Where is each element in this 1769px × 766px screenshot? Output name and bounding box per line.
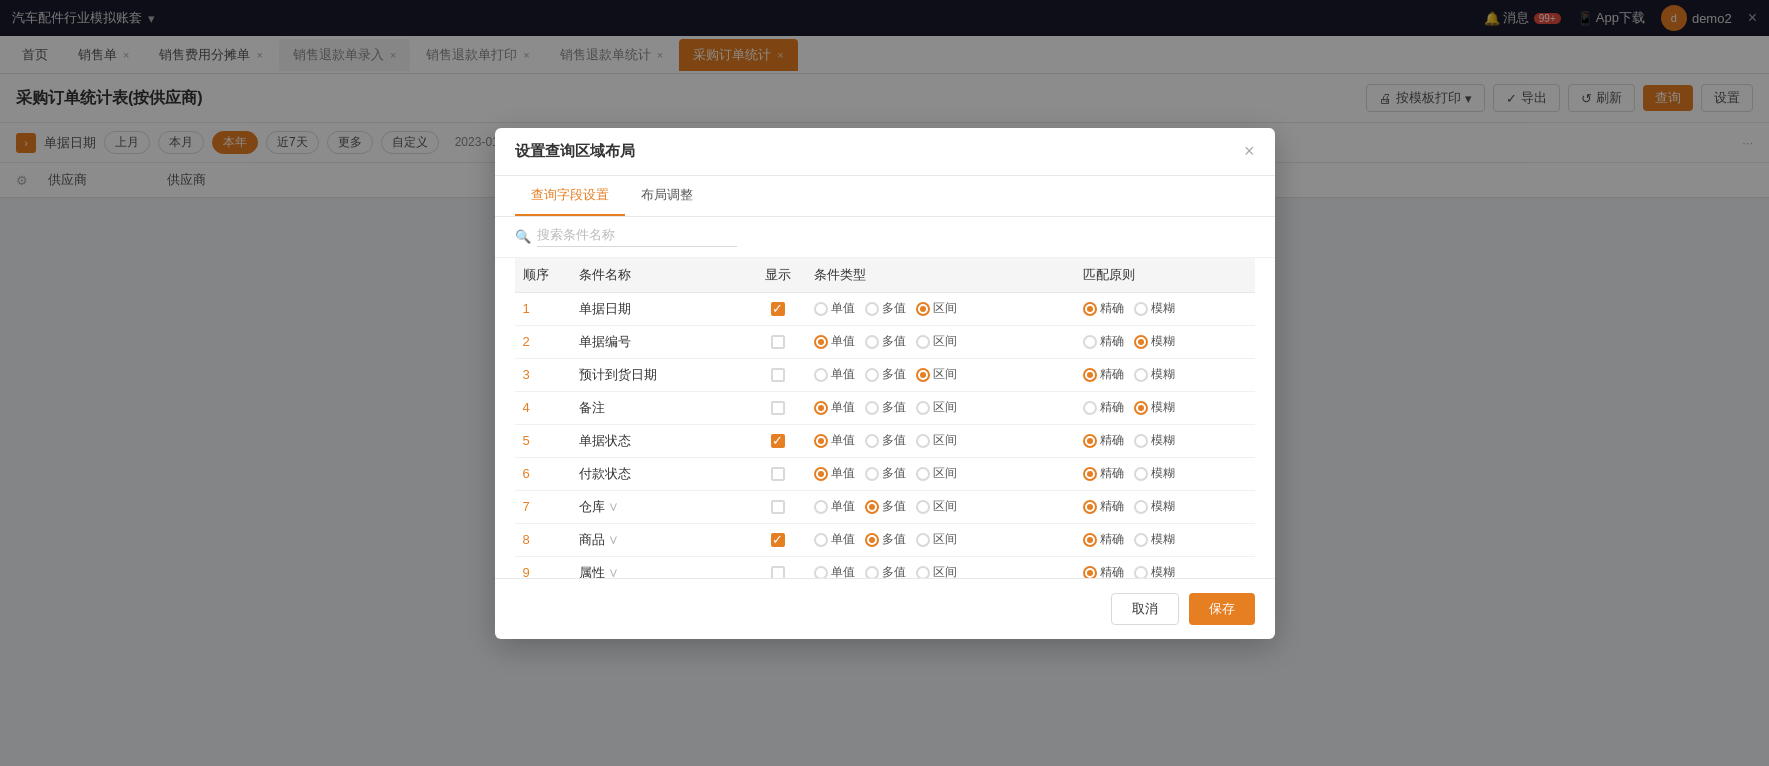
dialog-tabs: 查询字段设置 布局调整: [495, 176, 1275, 199]
settings-dialog: 设置查询区域布局 × 查询字段设置 布局调整 🔍: [495, 128, 1275, 199]
modal-overlay: 设置查询区域布局 × 查询字段设置 布局调整 🔍: [0, 0, 1769, 198]
dialog-close-button[interactable]: ×: [1244, 142, 1255, 160]
dialog-header: 设置查询区域布局 ×: [495, 128, 1275, 176]
tab-query-fields-label: 查询字段设置: [531, 187, 609, 199]
tab-layout-adjust-label: 布局调整: [641, 187, 693, 199]
tab-layout-adjust[interactable]: 布局调整: [625, 176, 709, 199]
tab-query-fields[interactable]: 查询字段设置: [515, 176, 625, 199]
dialog-title: 设置查询区域布局: [515, 142, 635, 161]
